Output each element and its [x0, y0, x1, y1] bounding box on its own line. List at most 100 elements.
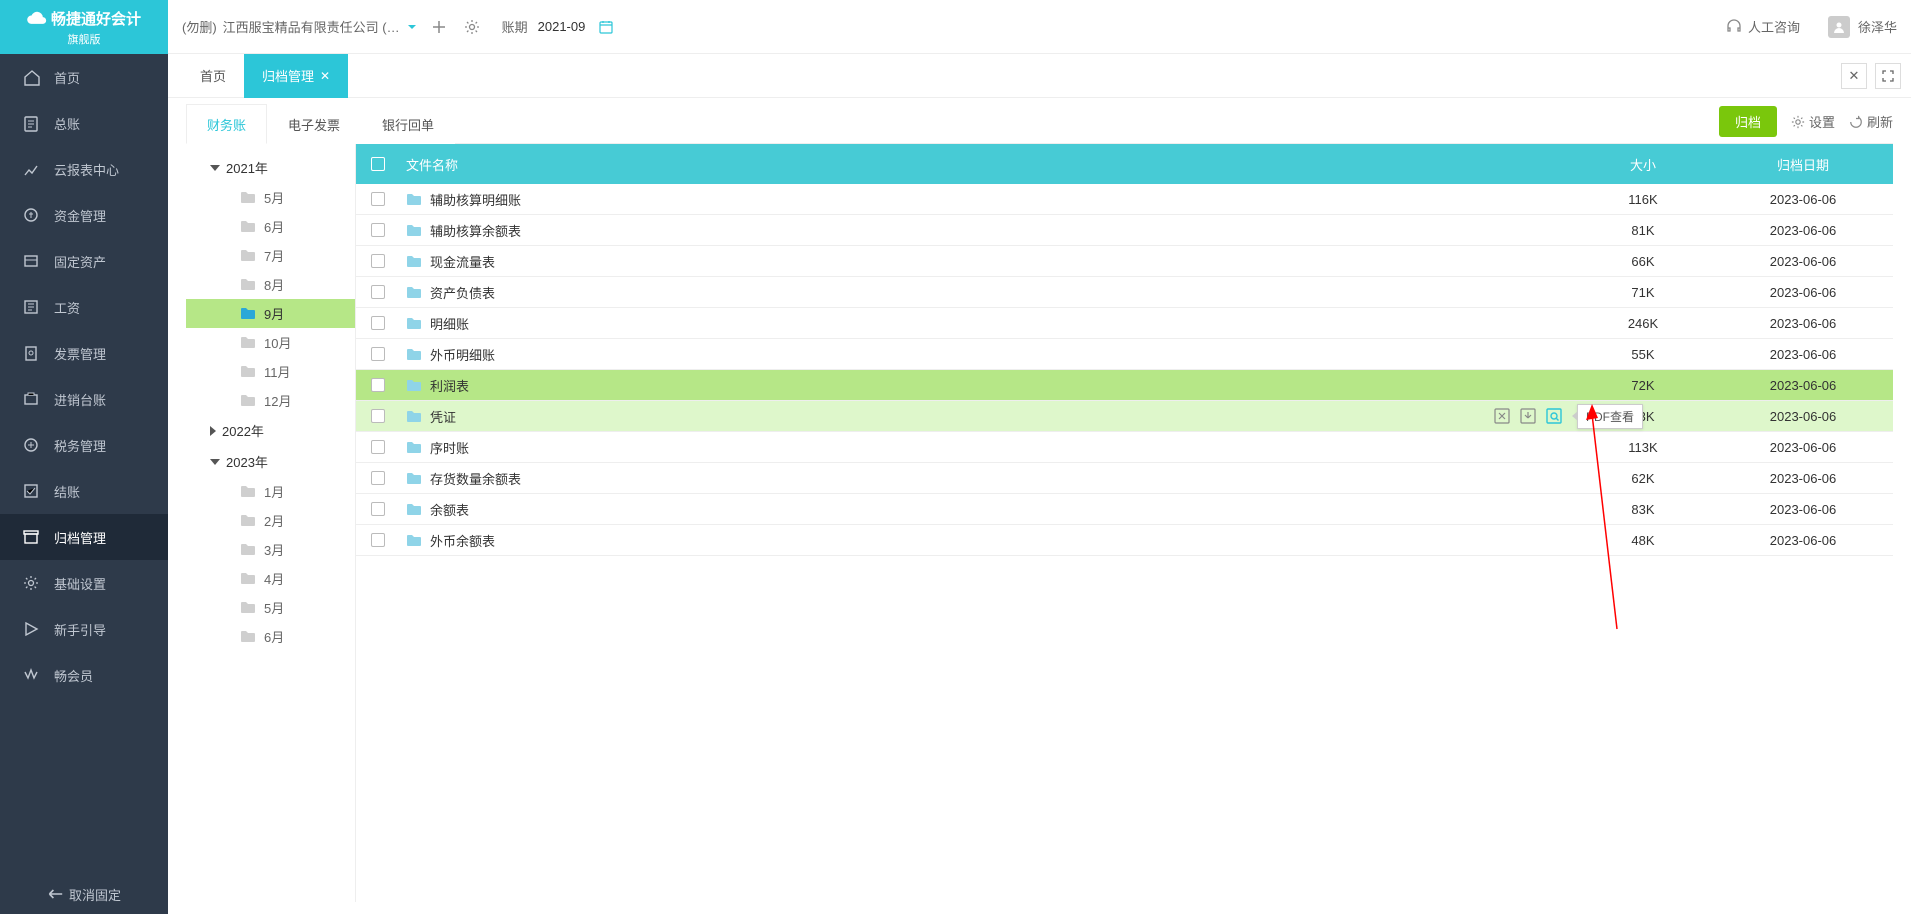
tree-year[interactable]: 2023年	[186, 446, 355, 477]
subtab-财务账[interactable]: 财务账	[186, 104, 267, 144]
tree-month[interactable]: 9月	[186, 299, 355, 328]
nav-label: 基础设置	[54, 574, 106, 593]
tree-month[interactable]: 7月	[186, 241, 355, 270]
nav-report[interactable]: 云报表中心	[0, 146, 168, 192]
month-label: 6月	[264, 217, 284, 236]
folder-icon	[240, 191, 256, 204]
row-checkbox[interactable]	[371, 223, 385, 237]
tree-month[interactable]: 10月	[186, 328, 355, 357]
file-size: 72K	[1573, 378, 1713, 393]
tree-month[interactable]: 3月	[186, 535, 355, 564]
table-row[interactable]: 现金流量表66K2023-06-06	[356, 246, 1893, 277]
calendar-icon[interactable]	[595, 16, 617, 38]
nav-close[interactable]: 结账	[0, 468, 168, 514]
tree-month[interactable]: 6月	[186, 622, 355, 651]
folder-icon	[240, 543, 256, 556]
tree-month[interactable]: 6月	[186, 212, 355, 241]
nav-home[interactable]: 首页	[0, 54, 168, 100]
file-date: 2023-06-06	[1713, 192, 1893, 207]
table-row[interactable]: 辅助核算余额表81K2023-06-06	[356, 215, 1893, 246]
table-row[interactable]: 利润表72K2023-06-06	[356, 370, 1893, 401]
select-all-checkbox[interactable]	[371, 157, 385, 171]
tax-icon	[22, 436, 40, 454]
table-row[interactable]: 凭证PDF查看53K2023-06-06	[356, 401, 1893, 432]
close-all-tabs-button[interactable]: ✕	[1841, 63, 1867, 89]
pdf-view-icon[interactable]	[1545, 407, 1563, 425]
tree-year[interactable]: 2022年	[186, 415, 355, 446]
pdf-view-tooltip: PDF查看	[1577, 404, 1643, 429]
download-pdf-icon[interactable]	[1519, 407, 1537, 425]
row-checkbox[interactable]	[371, 316, 385, 330]
file-date: 2023-06-06	[1713, 471, 1893, 486]
table-row[interactable]: 外币余额表48K2023-06-06	[356, 525, 1893, 556]
tab-首页[interactable]: 首页	[182, 54, 244, 98]
tree-month[interactable]: 5月	[186, 593, 355, 622]
nav-label: 首页	[54, 68, 80, 87]
subtab-银行回单[interactable]: 银行回单	[361, 104, 455, 144]
table-row[interactable]: 资产负债表71K2023-06-06	[356, 277, 1893, 308]
tree-month[interactable]: 11月	[186, 357, 355, 386]
file-date: 2023-06-06	[1713, 316, 1893, 331]
nav-fund[interactable]: 资金管理	[0, 192, 168, 238]
tree-month[interactable]: 12月	[186, 386, 355, 415]
nav-archive[interactable]: 归档管理	[0, 514, 168, 560]
gear-button[interactable]	[460, 15, 484, 39]
nav-ledger[interactable]: 总账	[0, 100, 168, 146]
download-excel-icon[interactable]	[1493, 407, 1511, 425]
row-checkbox[interactable]	[371, 533, 385, 547]
file-icon	[406, 348, 422, 361]
tree-month[interactable]: 1月	[186, 477, 355, 506]
settings-button[interactable]: 设置	[1791, 112, 1835, 131]
subtab-电子发票[interactable]: 电子发票	[267, 104, 361, 144]
row-checkbox[interactable]	[371, 502, 385, 516]
nav-settings[interactable]: 基础设置	[0, 560, 168, 606]
year-label: 2021年	[226, 158, 268, 177]
tab-归档管理[interactable]: 归档管理✕	[244, 54, 348, 98]
guide-icon	[22, 620, 40, 638]
row-checkbox[interactable]	[371, 254, 385, 268]
tree-month[interactable]: 5月	[186, 183, 355, 212]
table-row[interactable]: 序时账113K2023-06-06	[356, 432, 1893, 463]
row-checkbox[interactable]	[371, 285, 385, 299]
nav-asset[interactable]: 固定资产	[0, 238, 168, 284]
file-name: 资产负债表	[430, 283, 495, 302]
file-size: 48K	[1573, 533, 1713, 548]
row-checkbox[interactable]	[371, 409, 385, 423]
row-checkbox[interactable]	[371, 347, 385, 361]
tree-month[interactable]: 4月	[186, 564, 355, 593]
unpin-button[interactable]: 取消固定	[0, 874, 168, 914]
table-row[interactable]: 存货数量余额表62K2023-06-06	[356, 463, 1893, 494]
table-row[interactable]: 明细账246K2023-06-06	[356, 308, 1893, 339]
row-checkbox[interactable]	[371, 378, 385, 392]
nav-label: 工资	[54, 298, 80, 317]
tree-month[interactable]: 8月	[186, 270, 355, 299]
table-row[interactable]: 辅助核算明细账116K2023-06-06	[356, 184, 1893, 215]
refresh-button[interactable]: 刷新	[1849, 112, 1893, 131]
row-checkbox[interactable]	[371, 192, 385, 206]
consult-button[interactable]: 人工咨询	[1726, 17, 1800, 36]
period-value[interactable]: 2021-09	[538, 19, 586, 34]
file-icon	[406, 317, 422, 330]
nav-invoice[interactable]: 发票管理	[0, 330, 168, 376]
row-checkbox[interactable]	[371, 471, 385, 485]
table-row[interactable]: 余额表83K2023-06-06	[356, 494, 1893, 525]
tree-month[interactable]: 2月	[186, 506, 355, 535]
archive-button[interactable]: 归档	[1719, 106, 1777, 137]
nav-jxc[interactable]: 进销台账	[0, 376, 168, 422]
company-selector[interactable]: (勿删) 江西服宝精品有限责任公司 (…	[182, 17, 418, 36]
fullscreen-button[interactable]	[1875, 63, 1901, 89]
add-button[interactable]	[428, 16, 450, 38]
month-label: 6月	[264, 627, 284, 646]
nav-tax[interactable]: 税务管理	[0, 422, 168, 468]
nav-member[interactable]: 畅会员	[0, 652, 168, 698]
tree-year[interactable]: 2021年	[186, 152, 355, 183]
nav-guide[interactable]: 新手引导	[0, 606, 168, 652]
file-size: 83K	[1573, 502, 1713, 517]
tab-close-icon[interactable]: ✕	[320, 69, 330, 83]
nav-salary[interactable]: 工资	[0, 284, 168, 330]
file-name: 外币余额表	[430, 531, 495, 550]
company-name: 江西服宝精品有限责任公司 (…	[223, 17, 400, 36]
row-checkbox[interactable]	[371, 440, 385, 454]
user-menu[interactable]: 徐泽华	[1828, 16, 1897, 38]
table-row[interactable]: 外币明细账55K2023-06-06	[356, 339, 1893, 370]
